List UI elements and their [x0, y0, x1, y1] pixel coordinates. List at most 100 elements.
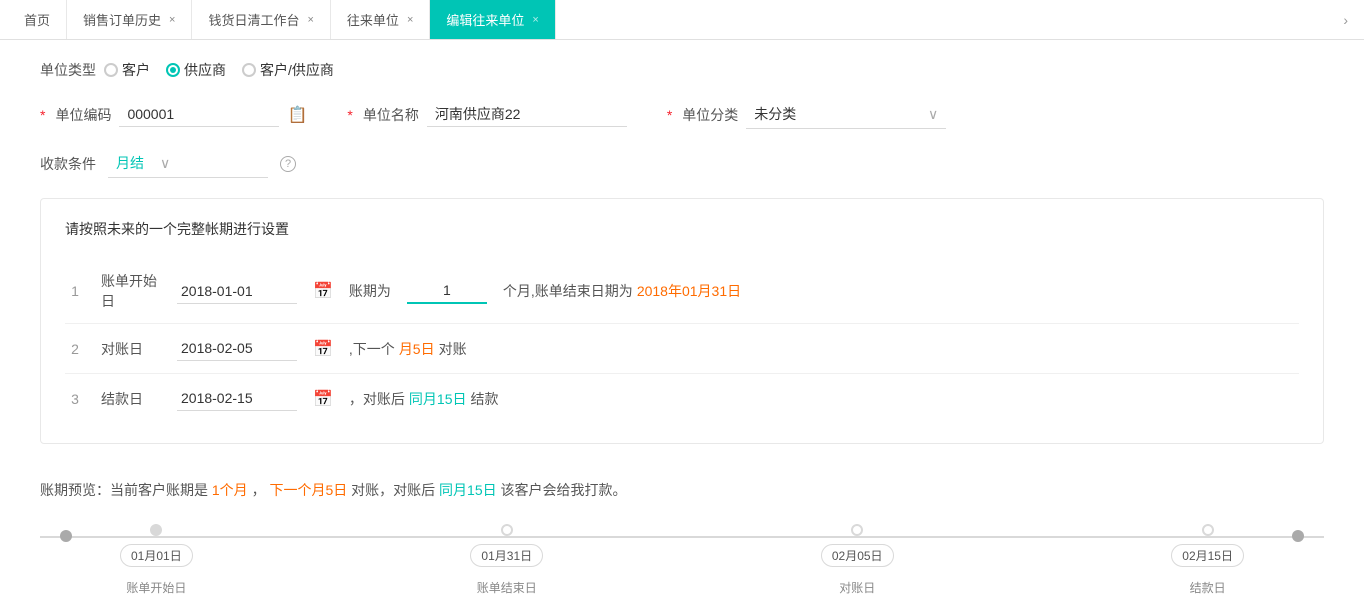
preview-text: 账期预览：当前客户账期是 1个月 ， 下一个月5日 对账，对账后 同月15日 该…	[40, 480, 1324, 500]
tab-home-label: 首页	[24, 10, 50, 29]
radio-supplier-label: 供应商	[184, 60, 226, 80]
setting-row-1: 1 账单开始日 📅 账期为 个月,账单结束日期为 2018年01月31日	[65, 259, 1299, 324]
payment-day-highlight: 同月15日	[409, 389, 467, 409]
reconcile-date-input[interactable]	[177, 336, 297, 361]
tab-bar: 首页 销售订单历史 × 钱货日清工作台 × 往来单位 × 编辑往来单位 × ›	[0, 0, 1364, 40]
reconcile-suffix: ,下一个月5日 对账	[349, 339, 467, 359]
timeline-label-2: 账单结束日	[477, 579, 537, 596]
unit-type-row: 单位类型 客户 供应商 客户/供应商	[40, 60, 1324, 80]
unit-name-star: *	[347, 107, 352, 123]
preview-part1: 1个月	[212, 482, 248, 498]
radio-both[interactable]: 客户/供应商	[242, 60, 334, 80]
unit-category-chevron-icon: ∨	[928, 106, 938, 123]
unit-code-icon[interactable]: 📋	[287, 105, 307, 125]
tab-cash-work-label: 钱货日清工作台	[208, 10, 299, 29]
unit-code-star: *	[40, 107, 45, 123]
start-date-cal-icon[interactable]: 📅	[313, 281, 333, 301]
tab-sales-history[interactable]: 销售订单历史 ×	[67, 0, 192, 39]
payment-suffix: ，对账后 同月15日 结款	[349, 389, 499, 409]
reconcile-date-cal-icon[interactable]: 📅	[313, 339, 333, 359]
timeline-dot-4	[1202, 524, 1214, 536]
timeline-end-dot	[1292, 530, 1304, 542]
payment-dropdown-chevron-icon: ∨	[160, 155, 170, 172]
preview-section: 账期预览：当前客户账期是 1个月 ， 下一个月5日 对账，对账后 同月15日 该…	[40, 464, 1324, 596]
unit-category-dropdown[interactable]: 未分类 ∨	[746, 100, 946, 129]
preview-part3: 同月15日	[439, 482, 497, 498]
radio-both-label: 客户/供应商	[260, 60, 334, 80]
radio-both-circle	[242, 63, 256, 77]
row-num-1: 1	[65, 283, 85, 299]
unit-name-group: * 单位名称	[347, 102, 626, 127]
payment-condition-dropdown[interactable]: 月结 ∨	[108, 149, 268, 178]
setting-row-3: 3 结款日 📅 ，对账后 同月15日 结款	[65, 374, 1299, 423]
row-label-3: 结款日	[101, 389, 161, 409]
timeline-label-4: 结款日	[1190, 579, 1226, 596]
main-content: 单位类型 客户 供应商 客户/供应商 * 单位编码	[0, 40, 1364, 616]
row-label-1: 账单开始日	[101, 271, 161, 311]
period-suffix: 个月,账单结束日期为 2018年01月31日	[503, 281, 741, 301]
timeline-point-3: 02月05日 对账日	[821, 524, 894, 596]
period-input[interactable]	[407, 278, 487, 304]
tab-counterparty[interactable]: 往来单位 ×	[331, 0, 430, 39]
unit-code-group: * 单位编码 📋	[40, 102, 307, 127]
payment-date-input[interactable]	[177, 386, 297, 411]
tab-edit-counterparty-close[interactable]: ×	[532, 14, 538, 26]
preview-sep1: ，	[252, 482, 266, 498]
row-num-3: 3	[65, 391, 85, 407]
unit-category-label: 单位分类	[682, 105, 738, 125]
unit-code-input[interactable]	[119, 102, 279, 127]
radio-supplier[interactable]: 供应商	[166, 60, 226, 80]
unit-code-label: 单位编码	[55, 105, 111, 125]
setting-row-2: 2 对账日 📅 ,下一个月5日 对账	[65, 324, 1299, 374]
preview-suffix: 该客户会给我打款。	[501, 482, 627, 498]
payment-date-cal-icon[interactable]: 📅	[313, 389, 333, 409]
timeline-label-1: 账单开始日	[126, 579, 186, 596]
timeline-badge-2: 01月31日	[470, 544, 543, 567]
tab-counterparty-close[interactable]: ×	[407, 14, 413, 26]
period-prefix: 账期为	[349, 281, 391, 301]
payment-condition-label: 收款条件	[40, 154, 96, 174]
tab-sales-history-close[interactable]: ×	[169, 14, 175, 26]
tab-counterparty-label: 往来单位	[347, 10, 399, 29]
end-date-highlight: 2018年01月31日	[637, 281, 741, 301]
timeline-points: 01月01日 账单开始日 01月31日 账单结束日 02月05日 对账日	[60, 524, 1304, 596]
payment-row: 收款条件 月结 ∨ ?	[40, 149, 1324, 178]
unit-category-group: * 单位分类 未分类 ∨	[667, 100, 946, 129]
row-num-2: 2	[65, 341, 85, 357]
timeline-badge-4: 02月15日	[1171, 544, 1244, 567]
preview-sep2: 对账，对账后	[351, 482, 435, 498]
unit-category-value: 未分类	[754, 104, 796, 124]
row-label-2: 对账日	[101, 339, 161, 359]
timeline-badge-1: 01月01日	[120, 544, 193, 567]
timeline-dot-3	[851, 524, 863, 536]
radio-customer-circle	[104, 63, 118, 77]
radio-customer-label: 客户	[122, 60, 150, 80]
timeline-start-dot	[60, 530, 72, 542]
start-date-input[interactable]	[177, 279, 297, 304]
tab-bar-chevron[interactable]: ›	[1335, 0, 1356, 39]
unit-name-label: 单位名称	[363, 105, 419, 125]
reconcile-day-highlight: 月5日	[399, 339, 435, 359]
timeline-point-2: 01月31日 账单结束日	[470, 524, 543, 596]
preview-label: 账期预览：当前客户账期是	[40, 482, 208, 498]
unit-details-row: * 单位编码 📋 * 单位名称 * 单位分类 未分类 ∨	[40, 100, 1324, 129]
tab-sales-history-label: 销售订单历史	[83, 10, 161, 29]
payment-condition-value: 月结	[116, 153, 144, 173]
radio-group: 客户 供应商 客户/供应商	[104, 60, 334, 80]
unit-name-input[interactable]	[427, 102, 627, 127]
unit-type-label: 单位类型	[40, 60, 96, 80]
radio-customer[interactable]: 客户	[104, 60, 150, 80]
timeline-badge-3: 02月05日	[821, 544, 894, 567]
timeline-wrapper: 01月01日 账单开始日 01月31日 账单结束日 02月05日 对账日	[40, 524, 1324, 596]
unit-category-star: *	[667, 107, 672, 123]
radio-supplier-circle	[166, 63, 180, 77]
help-icon[interactable]: ?	[280, 156, 296, 172]
tab-cash-work[interactable]: 钱货日清工作台 ×	[192, 0, 330, 39]
tab-home[interactable]: 首页	[8, 0, 67, 39]
tab-cash-work-close[interactable]: ×	[307, 14, 313, 26]
card-section: 请按照未来的一个完整帐期进行设置 1 账单开始日 📅 账期为 个月,账单结束日期…	[40, 198, 1324, 444]
timeline-dot-1	[150, 524, 162, 536]
timeline-dot-2	[501, 524, 513, 536]
timeline-point-1: 01月01日 账单开始日	[120, 524, 193, 596]
tab-edit-counterparty[interactable]: 编辑往来单位 ×	[430, 0, 555, 39]
